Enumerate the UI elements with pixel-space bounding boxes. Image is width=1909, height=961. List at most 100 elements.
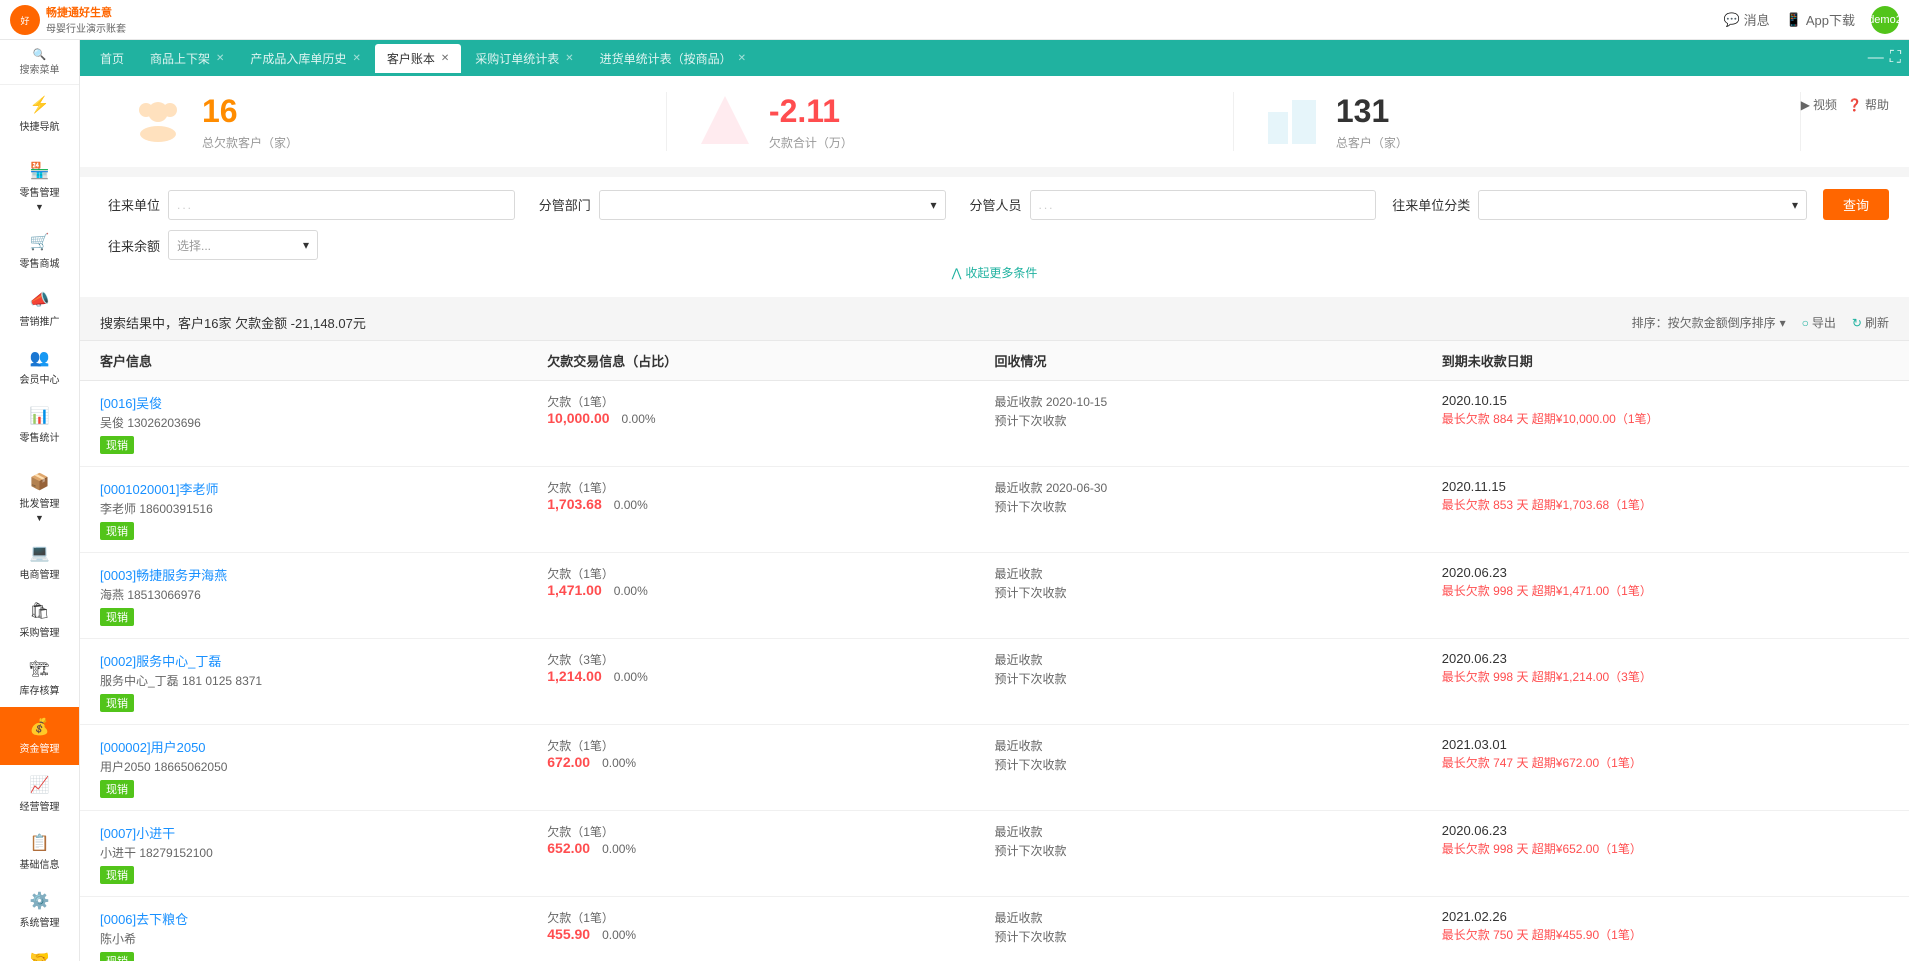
overdue-link-4[interactable]: 超期¥672.00（1笔） (1532, 756, 1642, 770)
tab-minimize-btn[interactable]: — (1868, 49, 1884, 67)
sidebar-item-inventory[interactable]: 🏗 库存核算 (0, 649, 79, 707)
stat-debt-customers-values: 16 总欠款客户（家） (202, 93, 298, 151)
sort-btn[interactable]: 排序：按欠款金额倒序排序 ▾ (1632, 314, 1786, 331)
customer-name-1[interactable]: [0001020001]李老师 (100, 479, 547, 498)
sidebar-item-base-info[interactable]: 📋 基础信息 (0, 823, 79, 881)
next-collection-4: 预计下次收款 (995, 756, 1442, 773)
balance-select[interactable]: 选择... ▾ (168, 230, 318, 260)
tab-products-label: 商品上下架 (150, 50, 210, 67)
customer-cell-2: [0003]畅捷服务尹海燕 海燕 18513066976 现销 (100, 565, 547, 626)
overdue-link-3[interactable]: 超期¥1,214.00（3笔） (1532, 670, 1652, 684)
sidebar-item-fast-nav[interactable]: ⚡ 快捷导航 (0, 85, 79, 143)
debt-amount-2[interactable]: 1,471.00 (547, 582, 602, 598)
overdue-text-1: 最长欠款 853 天 超期¥1,703.68（1笔） (1442, 496, 1889, 513)
view-video-btn[interactable]: ▶ 视频 (1801, 96, 1837, 113)
fast-nav-icon: ⚡ (30, 95, 50, 115)
debt-amount-3[interactable]: 1,214.00 (547, 668, 602, 684)
search-button[interactable]: 查询 (1823, 189, 1889, 220)
top-right-area: 💬 消息 📱 App下载 demo2 (1723, 6, 1899, 34)
customer-cell-1: [0001020001]李老师 李老师 18600391516 现销 (100, 479, 547, 540)
sidebar-item-retail-mall[interactable]: 🛒 零售商城 (0, 222, 79, 280)
stat-total-customers: 131 总客户（家） (1234, 92, 1801, 151)
debt-amount-1[interactable]: 1,703.68 (547, 496, 602, 512)
sidebar-search-btn[interactable]: 🔍 搜索菜单 (0, 40, 79, 85)
customer-tag-6: 现销 (100, 952, 134, 961)
debt-label-2: 欠款（1笔） (547, 565, 994, 582)
unit-class-label: 往来单位分类 (1392, 195, 1470, 214)
dept-select[interactable]: ▾ (599, 190, 946, 220)
sidebar-item-purchase[interactable]: 🛍 采购管理 (0, 591, 79, 649)
overdue-text-0: 最长欠款 884 天 超期¥10,000.00（1笔） (1442, 410, 1889, 427)
sidebar-item-enterprise[interactable]: 🤝 企业协同 (0, 939, 79, 961)
due-date-value-4: 2021.03.01 (1442, 737, 1889, 752)
debt-amount-0[interactable]: 10,000.00 (547, 410, 609, 426)
debt-amount-4[interactable]: 672.00 (547, 754, 590, 770)
store-name[interactable]: 母婴行业演示账套 (46, 20, 126, 35)
sidebar-item-marketing[interactable]: 📣 营销推广 (0, 280, 79, 338)
app-download-btn[interactable]: 📱 App下载 (1786, 10, 1855, 29)
next-collection-3: 预计下次收款 (995, 670, 1442, 687)
collection-cell-3: 最近收款 预计下次收款 (995, 651, 1442, 687)
customer-name-6[interactable]: [0006]去下粮仓 (100, 909, 547, 928)
last-collection-6: 最近收款 (995, 909, 1442, 926)
overdue-link-1[interactable]: 超期¥1,703.68（1笔） (1532, 498, 1652, 512)
table-body: [0016]吴俊 吴俊 13026203696 现销 欠款（1笔） 10,000… (80, 381, 1909, 961)
col-customer: 客户信息 (100, 351, 547, 370)
sidebar-item-system[interactable]: ⚙️ 系统管理 (0, 881, 79, 939)
close-products-icon[interactable]: ✕ (216, 53, 224, 64)
customer-name-4[interactable]: [000002]用户2050 (100, 737, 547, 756)
debt-label-6: 欠款（1笔） (547, 909, 994, 926)
close-purchase-order-icon[interactable]: ✕ (565, 53, 573, 64)
debt-amount-6[interactable]: 455.90 (547, 926, 590, 942)
help-label: 帮助 (1865, 96, 1889, 113)
overdue-link-0[interactable]: 超期¥10,000.00（1笔） (1532, 412, 1659, 426)
collapse-filters-btn[interactable]: ⋀ 收起更多条件 (100, 260, 1889, 285)
manager-input[interactable]: ... (1030, 190, 1377, 220)
user-avatar-btn[interactable]: demo2 (1871, 6, 1899, 34)
due-date-cell-5: 2020.06.23 最长欠款 998 天 超期¥652.00（1笔） (1442, 823, 1889, 857)
tab-home[interactable]: 首页 (88, 44, 136, 73)
debt-customers-value: 16 (202, 93, 298, 130)
customer-name-3[interactable]: [0002]服务中心_丁磊 (100, 651, 547, 670)
sidebar-item-batch-mgmt[interactable]: 📦 批发管理 ▼ (0, 462, 79, 533)
tab-production[interactable]: 产成品入库单历史 ✕ (238, 44, 372, 73)
tab-inbound-stat[interactable]: 进货单统计表（按商品） ✕ (588, 44, 758, 73)
sidebar-item-member[interactable]: 👥 会员中心 (0, 338, 79, 396)
refresh-btn[interactable]: ↻ 刷新 (1852, 314, 1889, 331)
customer-name-2[interactable]: [0003]畅捷服务尹海燕 (100, 565, 547, 584)
close-customer-account-icon[interactable]: ✕ (441, 53, 449, 64)
close-inbound-stat-icon[interactable]: ✕ (738, 53, 746, 64)
debt-amount-5[interactable]: 652.00 (547, 840, 590, 856)
tab-purchase-order-label: 采购订单统计表 (475, 50, 559, 67)
overdue-link-2[interactable]: 超期¥1,471.00（1笔） (1532, 584, 1652, 598)
overdue-text-4: 最长欠款 747 天 超期¥672.00（1笔） (1442, 754, 1889, 771)
customer-name-5[interactable]: [0007]小进干 (100, 823, 547, 842)
tab-customer-account[interactable]: 客户账本 ✕ (375, 44, 461, 73)
message-btn[interactable]: 💬 消息 (1723, 10, 1769, 29)
export-icon: ○ (1802, 316, 1809, 330)
sidebar-item-ecommerce[interactable]: 💻 电商管理 (0, 533, 79, 591)
close-production-icon[interactable]: ✕ (352, 53, 360, 64)
overdue-link-6[interactable]: 超期¥455.90（1笔） (1532, 928, 1642, 942)
sidebar-item-finance[interactable]: 💰 资金管理 (0, 707, 79, 765)
customer-name-0[interactable]: [0016]吴俊 (100, 393, 547, 412)
sidebar-item-retail-stat[interactable]: 📊 零售统计 (0, 396, 79, 454)
sidebar-item-operations[interactable]: 📈 经营管理 (0, 765, 79, 823)
sidebar-item-retail-mgmt[interactable]: 🏪 零售管理 ▼ (0, 151, 79, 222)
export-btn[interactable]: ○ 导出 (1802, 314, 1836, 331)
tab-products[interactable]: 商品上下架 ✕ (138, 44, 236, 73)
debt-pct-5: 0.00% (602, 842, 636, 856)
debt-cell-1: 欠款（1笔） 1,703.68 0.00% (547, 479, 994, 512)
tab-purchase-order[interactable]: 采购订单统计表 ✕ (463, 44, 585, 73)
tab-maximize-btn[interactable]: ⛶ (1890, 49, 1901, 67)
col-debt-tx: 欠款交易信息（占比） (547, 351, 994, 370)
help-btn[interactable]: ❓ 帮助 (1847, 96, 1889, 113)
from-unit-input[interactable]: ... (168, 190, 515, 220)
unit-class-select[interactable]: ▾ (1478, 190, 1807, 220)
customer-contact-2: 海燕 18513066976 (100, 586, 547, 603)
dept-label: 分管部门 (531, 195, 591, 214)
overdue-link-5[interactable]: 超期¥652.00（1笔） (1532, 842, 1642, 856)
message-label: 消息 (1744, 10, 1770, 29)
due-date-value-6: 2021.02.26 (1442, 909, 1889, 924)
sidebar: 🔍 搜索菜单 ⚡ 快捷导航 🏪 零售管理 ▼ 🛒 零售商城 📣 营销推广 👥 会… (0, 40, 80, 961)
